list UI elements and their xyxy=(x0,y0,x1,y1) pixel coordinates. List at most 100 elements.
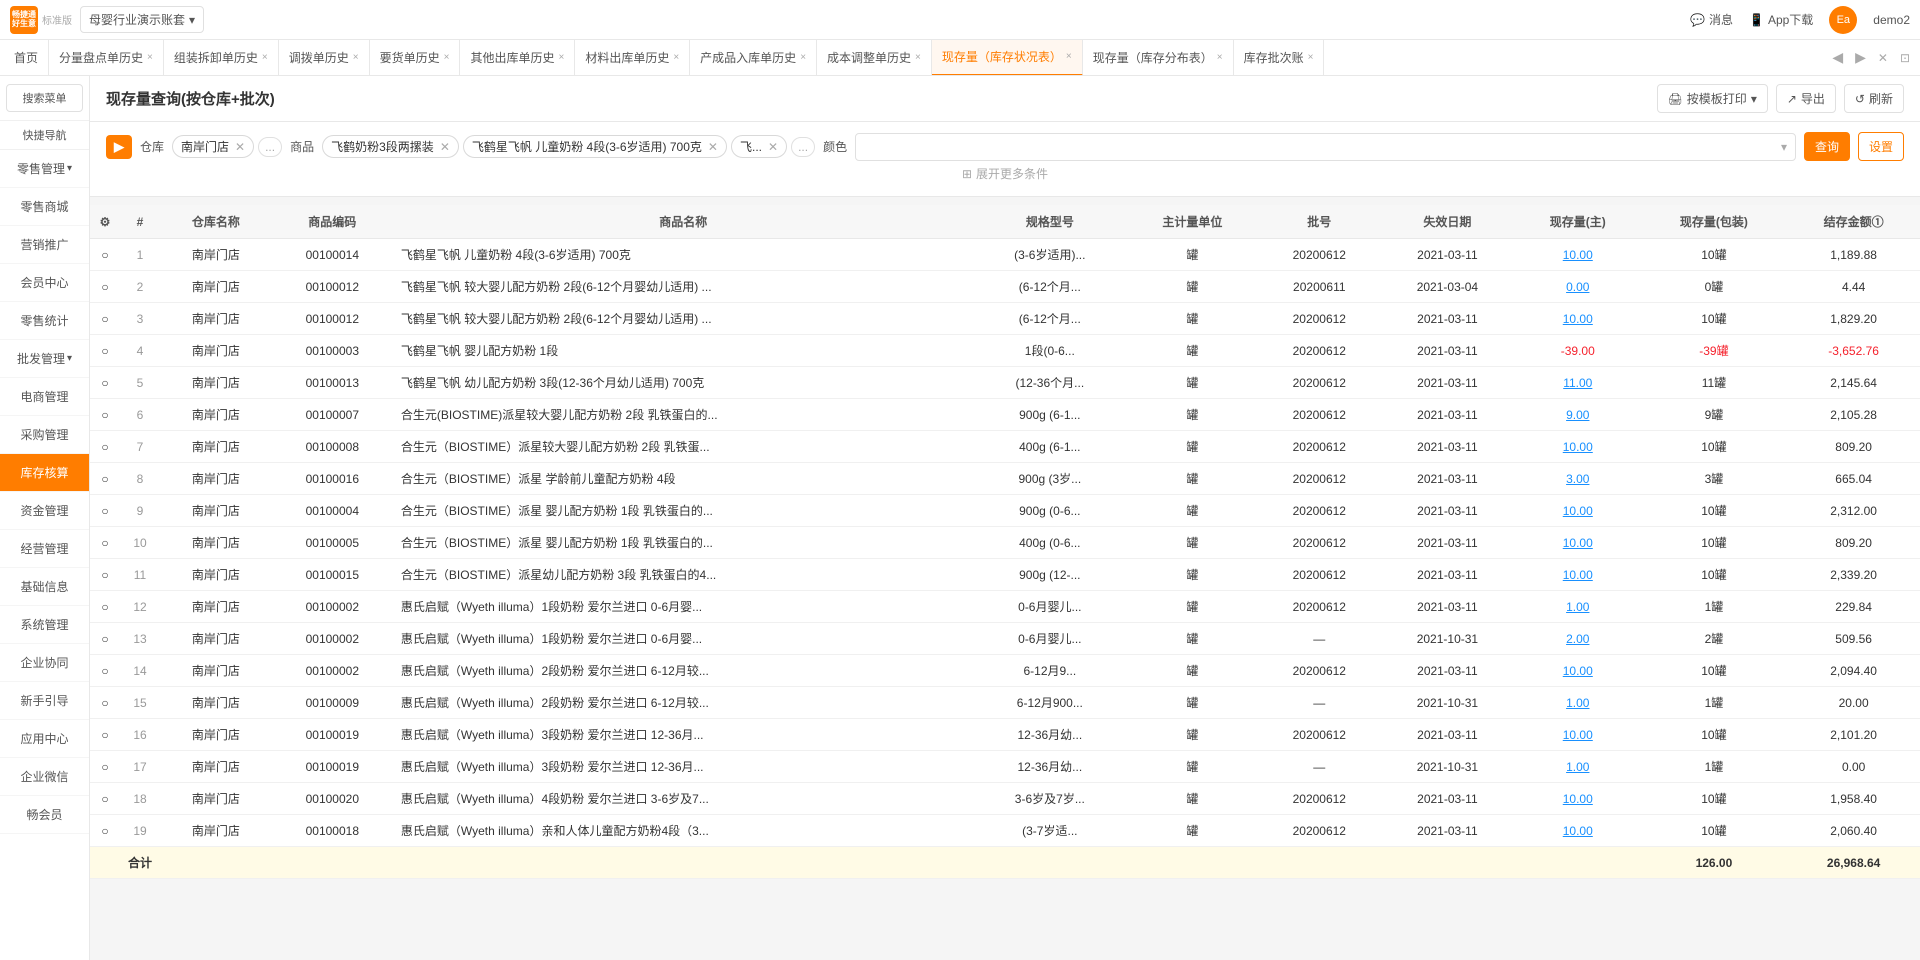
tab-close-transfer[interactable]: × xyxy=(353,52,359,63)
tab-disassemble[interactable]: 组装拆卸单历史× xyxy=(164,40,279,76)
warehouse-more-btn[interactable]: ... xyxy=(258,137,282,157)
cell-stock_main[interactable]: 10.00 xyxy=(1515,527,1641,559)
tab-stock-status[interactable]: 现存量（库存状况表）× xyxy=(932,40,1083,76)
tab-close-stock-status[interactable]: × xyxy=(1066,51,1072,62)
cell-stock_main[interactable]: 3.00 xyxy=(1515,463,1641,495)
sidebar-item-base-info[interactable]: 基础信息 xyxy=(0,568,89,606)
product-more-btn[interactable]: ... xyxy=(791,137,815,157)
sidebar-item-member[interactable]: 会员中心 xyxy=(0,264,89,302)
sidebar-item-retail-mall[interactable]: 零售商城 xyxy=(0,188,89,226)
sidebar-item-enterprise-wechat[interactable]: 企业微信 xyxy=(0,758,89,796)
cell-unit: 罐 xyxy=(1126,783,1259,815)
color-filter-label: 颜色 xyxy=(823,138,847,155)
sidebar-item-app-center[interactable]: 应用中心 xyxy=(0,720,89,758)
cell-stock_main[interactable]: 10.00 xyxy=(1515,303,1641,335)
warehouse-tag-close[interactable]: ✕ xyxy=(235,140,245,154)
cell-settings: ○ xyxy=(90,399,120,431)
quick-nav-btn[interactable]: 快捷导航 xyxy=(0,121,89,150)
tab-close-cost-adjust[interactable]: × xyxy=(915,52,921,63)
cell-stock_main[interactable]: 10.00 xyxy=(1515,495,1641,527)
message-action[interactable]: 💬 消息 xyxy=(1690,11,1733,28)
tab-next-btn[interactable]: ▶ xyxy=(1849,49,1872,66)
col-batch: 批号 xyxy=(1259,205,1380,239)
tab-close-batch-post[interactable]: × xyxy=(1308,52,1314,63)
product-tag-1-close[interactable]: ✕ xyxy=(708,140,718,154)
tab-transfer[interactable]: 调拨单历史× xyxy=(279,40,370,76)
cell-stock_main[interactable]: 10.00 xyxy=(1515,431,1641,463)
color-dropdown-icon: ▾ xyxy=(1781,140,1787,154)
tab-material-out[interactable]: 材料出库单历史 × xyxy=(575,40,690,76)
tab-close-request[interactable]: × xyxy=(444,52,450,63)
query-btn[interactable]: 查询 xyxy=(1804,132,1850,161)
cell-stock_main[interactable]: 1.00 xyxy=(1515,751,1641,783)
cell-expiry: 2021-03-11 xyxy=(1380,303,1515,335)
cell-stock_main[interactable]: 10.00 xyxy=(1515,815,1641,847)
tab-prev-btn[interactable]: ◀ xyxy=(1826,49,1849,66)
tab-cost-adjust[interactable]: 成本调整单历史× xyxy=(817,40,932,76)
sidebar-item-ecommerce[interactable]: 电商管理 xyxy=(0,378,89,416)
refresh-btn[interactable]: ↺ 刷新 xyxy=(1844,84,1904,113)
sidebar-item-finance[interactable]: 资金管理 xyxy=(0,492,89,530)
export-btn[interactable]: ↗ 导出 xyxy=(1776,84,1836,113)
cell-stock_main[interactable]: 2.00 xyxy=(1515,623,1641,655)
sidebar-item-member-card[interactable]: 畅会员 xyxy=(0,796,89,834)
sidebar-item-enterprise[interactable]: 企业协同 xyxy=(0,644,89,682)
color-input[interactable]: ▾ xyxy=(855,133,1796,161)
sidebar-item-new-guide[interactable]: 新手引导 xyxy=(0,682,89,720)
tab-close-material-out[interactable]: × xyxy=(673,52,679,63)
sidebar-item-system[interactable]: 系统管理 xyxy=(0,606,89,644)
cell-stock_main[interactable]: 9.00 xyxy=(1515,399,1641,431)
tab-stock-dist[interactable]: 现存量（库存分布表）× xyxy=(1083,40,1234,76)
sidebar-item-operations[interactable]: 经营管理 xyxy=(0,530,89,568)
logo-icon: 畅捷通好生意 xyxy=(10,6,38,34)
cell-stock_pack: 11罐 xyxy=(1641,367,1788,399)
product-tag-0-close[interactable]: ✕ xyxy=(440,140,450,154)
cell-stock_main[interactable]: 1.00 xyxy=(1515,591,1641,623)
app-download-action[interactable]: 📱 App下载 xyxy=(1749,11,1813,28)
cell-num: 8 xyxy=(120,463,160,495)
tab-product-in[interactable]: 产成品入库单历史× xyxy=(690,40,817,76)
tab-home[interactable]: 首页 xyxy=(4,40,49,76)
tab-close-all-btn[interactable]: ✕ xyxy=(1872,51,1894,65)
cell-stock_main: -39.00 xyxy=(1515,335,1641,367)
template-print-btn[interactable]: 🖨 按模板打印 ▾ xyxy=(1657,84,1768,113)
tab-other-out[interactable]: 其他出库单历史× xyxy=(460,40,575,76)
cell-stock_main[interactable]: 0.00 xyxy=(1515,271,1641,303)
cell-stock_main[interactable]: 10.00 xyxy=(1515,655,1641,687)
tab-request[interactable]: 要货单历史× xyxy=(370,40,461,76)
cell-stock_main[interactable]: 10.00 xyxy=(1515,559,1641,591)
top-bar-right: 💬 消息 📱 App下载 Ea demo2 xyxy=(1690,6,1910,34)
tab-close-split-inventory[interactable]: × xyxy=(147,52,153,63)
cell-stock_main[interactable]: 11.00 xyxy=(1515,367,1641,399)
avatar[interactable]: Ea xyxy=(1829,6,1857,34)
cell-unit: 罐 xyxy=(1126,719,1259,751)
tab-label: 材料出库单历史 xyxy=(585,49,669,66)
tab-split-inventory[interactable]: 分量盘点单历史× xyxy=(49,40,164,76)
search-menu-btn[interactable]: 搜索菜单 xyxy=(6,84,83,112)
sidebar-item-inventory[interactable]: 库存核算 xyxy=(0,454,89,492)
tab-batch-post[interactable]: 库存批次账× xyxy=(1234,40,1325,76)
sidebar-item-retail-manage[interactable]: 零售管理▾ xyxy=(0,150,89,188)
tab-close-product-in[interactable]: × xyxy=(800,52,806,63)
cell-stock_main[interactable]: 10.00 xyxy=(1515,719,1641,751)
cell-name: 惠氏启赋（Wyeth illuma）2段奶粉 爱尔兰进口 6-12月较... xyxy=(393,655,974,687)
cell-stock_main[interactable]: 10.00 xyxy=(1515,783,1641,815)
tab-menu-btn[interactable]: ⊡ xyxy=(1894,51,1916,65)
org-selector[interactable]: 母婴行业演示账套 ▾ xyxy=(80,6,204,33)
refresh-icon: ↺ xyxy=(1855,92,1865,106)
cell-stock_main[interactable]: 10.00 xyxy=(1515,239,1641,271)
sidebar-item-wholesale[interactable]: 批发管理▾ xyxy=(0,340,89,378)
product-tag-2-close[interactable]: ✕ xyxy=(768,140,778,154)
cell-stock_main[interactable]: 1.00 xyxy=(1515,687,1641,719)
filter-toggle-btn[interactable]: ▶ xyxy=(106,135,132,159)
cell-settings: ○ xyxy=(90,463,120,495)
settings-btn[interactable]: 设置 xyxy=(1858,132,1904,161)
tab-close-disassemble[interactable]: × xyxy=(262,52,268,63)
cell-stock_pack: 10罐 xyxy=(1641,303,1788,335)
expand-conditions-btn[interactable]: ⊞ 展开更多条件 xyxy=(106,161,1904,186)
sidebar-item-retail-stats[interactable]: 零售统计 xyxy=(0,302,89,340)
tab-close-other-out[interactable]: × xyxy=(558,52,564,63)
sidebar-item-marketing[interactable]: 营销推广 xyxy=(0,226,89,264)
tab-close-stock-dist[interactable]: × xyxy=(1217,52,1223,63)
sidebar-item-purchase[interactable]: 采购管理 xyxy=(0,416,89,454)
